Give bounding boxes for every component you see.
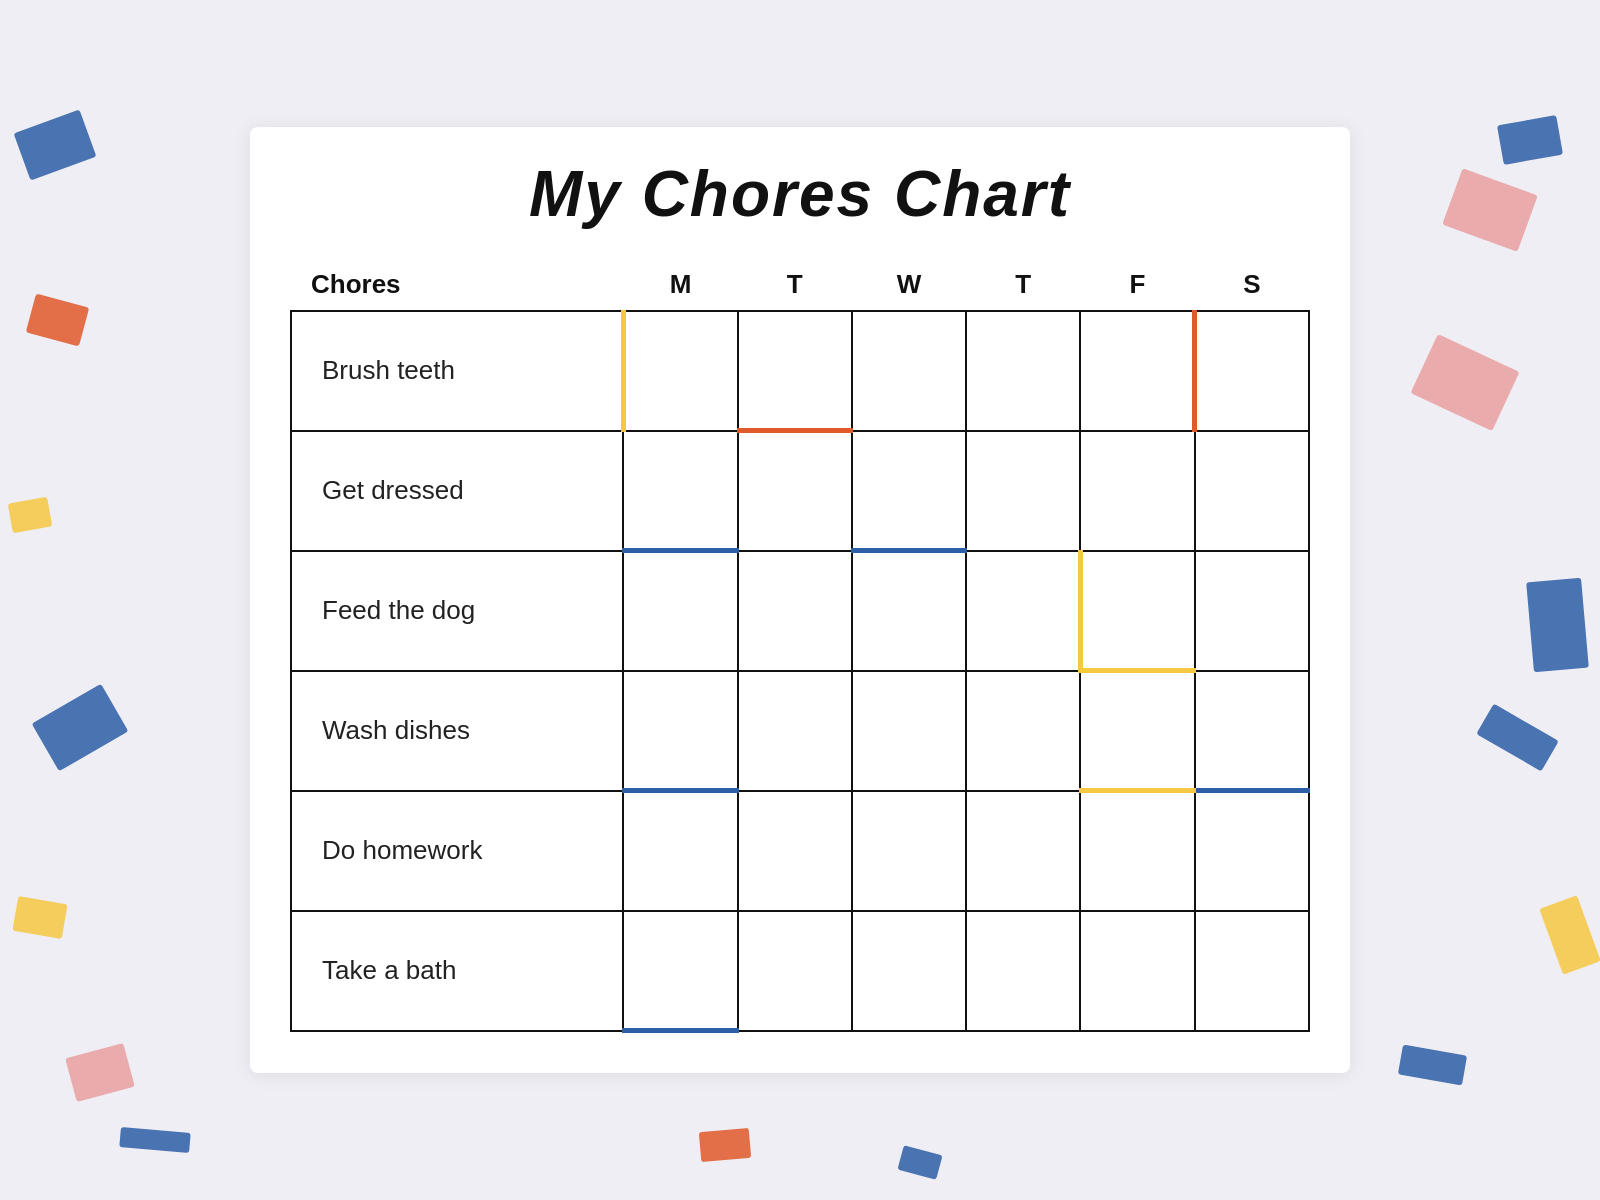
table-row: Wash dishes	[291, 671, 1309, 791]
chore-cell[interactable]	[1195, 431, 1309, 551]
chore-label: Feed the dog	[291, 551, 623, 671]
chore-cell[interactable]	[852, 431, 966, 551]
chore-cell[interactable]	[738, 791, 852, 911]
confetti-shape-15	[897, 1145, 942, 1180]
chore-cell[interactable]	[1080, 551, 1194, 671]
chore-cell[interactable]	[623, 791, 737, 911]
chores-chart-card: My Chores Chart Chores M T W T F S Brush…	[250, 127, 1350, 1074]
chore-cell[interactable]	[966, 311, 1080, 431]
chore-cell[interactable]	[966, 911, 1080, 1031]
chore-cell[interactable]	[1195, 551, 1309, 671]
confetti-shape-13	[1398, 1045, 1467, 1086]
confetti-shape-1	[26, 294, 89, 347]
chore-label: Take a bath	[291, 911, 623, 1031]
chore-cell[interactable]	[738, 551, 852, 671]
chore-cell[interactable]	[738, 311, 852, 431]
table-row: Brush teeth	[291, 311, 1309, 431]
chore-cell[interactable]	[738, 911, 852, 1031]
confetti-shape-7	[1442, 168, 1538, 252]
chore-cell[interactable]	[623, 671, 737, 791]
chore-cell[interactable]	[1080, 431, 1194, 551]
confetti-shape-8	[1497, 115, 1563, 165]
confetti-shape-12	[1539, 895, 1600, 974]
chore-label: Brush teeth	[291, 311, 623, 431]
chore-cell[interactable]	[623, 311, 737, 431]
confetti-shape-14	[699, 1128, 751, 1162]
chore-cell[interactable]	[738, 431, 852, 551]
chore-cell[interactable]	[623, 431, 737, 551]
chore-cell[interactable]	[852, 911, 966, 1031]
table-row: Take a bath	[291, 911, 1309, 1031]
chore-cell[interactable]	[623, 551, 737, 671]
chores-column-header: Chores	[291, 259, 623, 311]
chore-cell[interactable]	[1080, 911, 1194, 1031]
day-header-f: F	[1080, 259, 1194, 311]
chore-cell[interactable]	[852, 551, 966, 671]
confetti-shape-9	[1410, 334, 1519, 431]
table-row: Feed the dog	[291, 551, 1309, 671]
chore-cell[interactable]	[966, 791, 1080, 911]
chore-cell[interactable]	[623, 911, 737, 1031]
chore-cell[interactable]	[738, 671, 852, 791]
chore-cell[interactable]	[966, 551, 1080, 671]
chores-table: Chores M T W T F S Brush teeth	[290, 259, 1310, 1034]
chore-cell[interactable]	[966, 671, 1080, 791]
chore-cell[interactable]	[1195, 911, 1309, 1031]
chore-cell[interactable]	[1080, 791, 1194, 911]
confetti-shape-11	[1476, 704, 1558, 772]
confetti-shape-4	[12, 896, 67, 939]
chore-cell[interactable]	[852, 671, 966, 791]
chore-label: Do homework	[291, 791, 623, 911]
confetti-shape-0	[14, 110, 97, 181]
chore-cell[interactable]	[1080, 311, 1194, 431]
day-header-s: S	[1195, 259, 1309, 311]
day-header-w: W	[852, 259, 966, 311]
chore-cell[interactable]	[1195, 311, 1309, 431]
chore-cell[interactable]	[1195, 671, 1309, 791]
chore-cell[interactable]	[852, 311, 966, 431]
chore-cell[interactable]	[852, 791, 966, 911]
confetti-shape-5	[65, 1043, 135, 1102]
chore-cell[interactable]	[966, 431, 1080, 551]
day-header-m: M	[623, 259, 737, 311]
table-row: Get dressed	[291, 431, 1309, 551]
confetti-shape-2	[8, 497, 53, 533]
chore-label: Wash dishes	[291, 671, 623, 791]
confetti-shape-3	[32, 684, 129, 772]
day-header-t1: T	[738, 259, 852, 311]
chore-cell[interactable]	[1195, 791, 1309, 911]
confetti-shape-6	[119, 1127, 190, 1153]
chore-cell[interactable]	[1080, 671, 1194, 791]
page-title: My Chores Chart	[290, 157, 1310, 231]
chore-label: Get dressed	[291, 431, 623, 551]
day-header-t2: T	[966, 259, 1080, 311]
confetti-shape-10	[1526, 578, 1589, 672]
table-row: Do homework	[291, 791, 1309, 911]
